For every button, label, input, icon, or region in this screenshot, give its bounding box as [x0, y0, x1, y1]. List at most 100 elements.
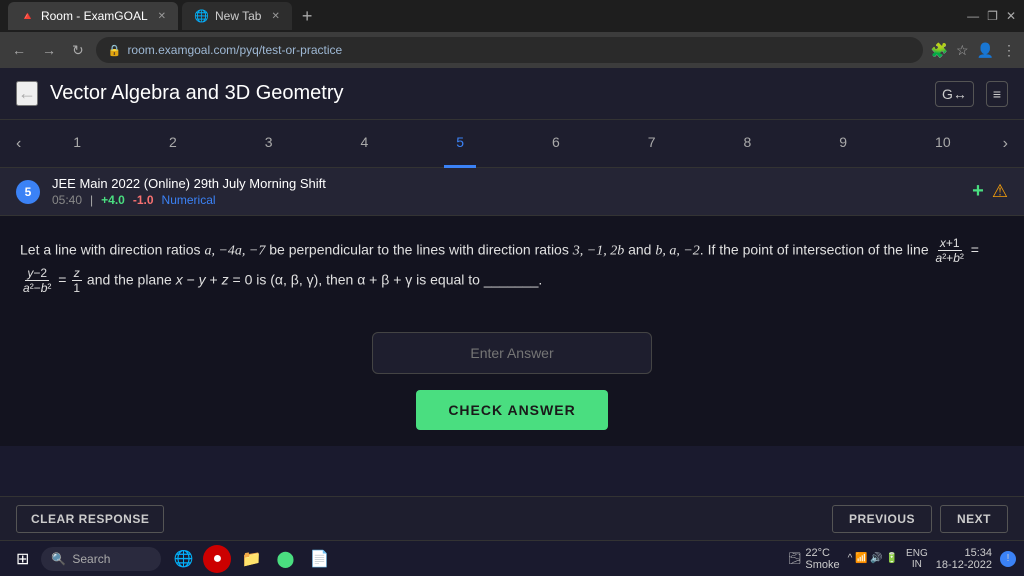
q-nav-prev[interactable]: ‹: [8, 135, 29, 153]
browser-chrome: 🔺 Room - ExamGOAL ✕ 🌐 New Tab ✕ + — ❐ ✕ …: [0, 0, 1024, 68]
forward-nav-button[interactable]: →: [38, 40, 60, 60]
tag-type: Numerical: [162, 193, 216, 207]
close-icon[interactable]: ✕: [1006, 9, 1016, 23]
add-question-button[interactable]: +: [972, 180, 984, 203]
extensions-icon[interactable]: 🧩: [931, 42, 948, 59]
lang-indicator: ENGIN: [906, 548, 928, 570]
question-tags: 05:40 | +4.0 -1.0 Numerical: [52, 193, 960, 207]
q-num-5[interactable]: 5: [444, 120, 476, 168]
q-num-4[interactable]: 4: [349, 120, 381, 168]
weather-info: 22°C Smoke: [805, 547, 839, 571]
q-nums-container: 1 2 3 4 5 6 7 8 9 10: [29, 120, 994, 168]
q-num-1[interactable]: 1: [61, 120, 93, 168]
tag-minus-marks: -1.0: [133, 193, 154, 207]
menu-icon[interactable]: ⋮: [1002, 42, 1016, 59]
q-frac-1: x+1a²+b²: [934, 236, 966, 266]
weather-icon: 🌫: [787, 552, 801, 565]
address-text: room.examgoal.com/pyq/test-or-practice: [127, 43, 342, 57]
q-eq-2: =: [54, 271, 70, 287]
taskbar-weather: 🌫 22°C Smoke: [787, 547, 839, 571]
bookmark-icon[interactable]: ☆: [956, 42, 969, 59]
question-nav: ‹ 1 2 3 4 5 6 7 8 9 10 ›: [0, 120, 1024, 168]
tab-examgoal[interactable]: 🔺 Room - ExamGOAL ✕: [8, 2, 178, 30]
q-text-1: Let a line with direction ratios: [20, 242, 204, 258]
q-num-7[interactable]: 7: [636, 120, 668, 168]
weather-condition: Smoke: [805, 559, 839, 571]
system-icons: ^ 📶 🔊 🔋: [848, 553, 898, 564]
q-eq-1: =: [967, 242, 979, 258]
bottom-nav-buttons: PREVIOUS NEXT: [832, 505, 1008, 533]
back-nav-button[interactable]: ←: [8, 40, 30, 60]
translate-icon: G↔: [942, 86, 967, 102]
check-answer-button[interactable]: CHECK ANSWER: [416, 390, 607, 430]
filter-button[interactable]: ≡: [986, 81, 1008, 107]
q-math-2: 3, −1, 2b: [573, 244, 624, 259]
clear-response-button[interactable]: CLEAR RESPONSE: [16, 505, 164, 533]
question-meta: JEE Main 2022 (Online) 29th July Morning…: [52, 176, 960, 207]
toolbar-icons: 🧩 ☆ 👤 ⋮: [931, 42, 1016, 59]
previous-button[interactable]: PREVIOUS: [832, 505, 932, 533]
profile-icon[interactable]: 👤: [977, 42, 994, 59]
tab-label-newtab: New Tab: [215, 9, 261, 23]
q-text-3: and: [624, 242, 655, 258]
answer-input[interactable]: [372, 332, 652, 374]
q-math-3: b, a, −2: [655, 244, 699, 259]
taskbar-app-folder[interactable]: 📁: [237, 545, 265, 573]
window-controls: — ❐ ✕: [967, 9, 1016, 23]
next-button[interactable]: NEXT: [940, 505, 1008, 533]
taskbar-apps: 🌐 ● 📁 ⬤ 📄: [169, 545, 333, 573]
tab-bar: 🔺 Room - ExamGOAL ✕ 🌐 New Tab ✕ + — ❐ ✕: [0, 0, 1024, 32]
taskbar-app-red[interactable]: ●: [203, 545, 231, 573]
filter-icon: ≡: [993, 86, 1001, 102]
tab-close-newtab[interactable]: ✕: [271, 11, 279, 22]
address-bar[interactable]: 🔒 room.examgoal.com/pyq/test-or-practice: [96, 37, 923, 63]
clock-date: 18-12-2022: [936, 559, 992, 571]
taskbar-time: 15:34 18-12-2022: [936, 547, 992, 571]
answer-section: CHECK ANSWER: [0, 316, 1024, 446]
restore-icon[interactable]: ❐: [987, 9, 998, 23]
tab-label-examgoal: Room - ExamGOAL: [41, 9, 148, 23]
taskbar-search[interactable]: 🔍 Search: [41, 547, 161, 571]
tag-plus-marks: +4.0: [101, 193, 125, 207]
question-badge: 5: [16, 180, 40, 204]
page-title: Vector Algebra and 3D Geometry: [50, 82, 935, 105]
new-tab-button[interactable]: +: [296, 6, 319, 27]
q-text-2: be perpendicular to the lines with direc…: [265, 242, 572, 258]
q-num-8[interactable]: 8: [732, 120, 764, 168]
question-info-bar: 5 JEE Main 2022 (Online) 29th July Morni…: [0, 168, 1024, 216]
address-bar-row: ← → ↻ 🔒 room.examgoal.com/pyq/test-or-pr…: [0, 32, 1024, 68]
tag-separator: |: [90, 193, 93, 207]
reload-button[interactable]: ↻: [68, 40, 88, 61]
q-num-3[interactable]: 3: [253, 120, 285, 168]
tab-newtab[interactable]: 🌐 New Tab ✕: [182, 2, 292, 30]
app-back-button[interactable]: ←: [16, 81, 38, 106]
q-nav-next[interactable]: ›: [995, 135, 1016, 153]
start-button[interactable]: ⊞: [8, 549, 37, 569]
q-num-2[interactable]: 2: [157, 120, 189, 168]
add-icon: +: [972, 180, 984, 202]
q-num-6[interactable]: 6: [540, 120, 572, 168]
minimize-icon[interactable]: —: [967, 9, 979, 23]
q-num-10[interactable]: 10: [923, 120, 963, 168]
header-icons: G↔ ≡: [935, 81, 1008, 107]
q-text-5: and the plane x − y + z = 0 is (α, β, γ)…: [83, 271, 542, 287]
lock-icon: 🔒: [108, 44, 122, 57]
app-header: ← Vector Algebra and 3D Geometry G↔ ≡: [0, 68, 1024, 120]
taskbar: ⊞ 🔍 Search 🌐 ● 📁 ⬤ 📄 🌫 22°C Smoke ^ 📶 🔊 …: [0, 540, 1024, 576]
translate-button[interactable]: G↔: [935, 81, 974, 107]
bottom-bar: CLEAR RESPONSE PREVIOUS NEXT: [0, 496, 1024, 540]
tag-time: 05:40: [52, 193, 82, 207]
notification-icon[interactable]: !: [1000, 551, 1016, 567]
taskbar-app-chrome2[interactable]: ⬤: [271, 545, 299, 573]
question-actions: + ⚠: [972, 180, 1008, 203]
warning-button[interactable]: ⚠: [992, 181, 1008, 202]
q-math-1: a, −4a, −7: [204, 244, 265, 259]
taskbar-app-chrome[interactable]: 🌐: [169, 545, 197, 573]
tab-close-examgoal[interactable]: ✕: [158, 11, 166, 22]
question-source: JEE Main 2022 (Online) 29th July Morning…: [52, 176, 960, 191]
taskbar-right: 🌫 22°C Smoke ^ 📶 🔊 🔋 ENGIN 15:34 18-12-2…: [787, 547, 1016, 571]
warning-icon: ⚠: [992, 181, 1008, 201]
q-num-9[interactable]: 9: [827, 120, 859, 168]
taskbar-app-pdf[interactable]: 📄: [305, 545, 333, 573]
question-content: Let a line with direction ratios a, −4a,…: [0, 216, 1024, 316]
